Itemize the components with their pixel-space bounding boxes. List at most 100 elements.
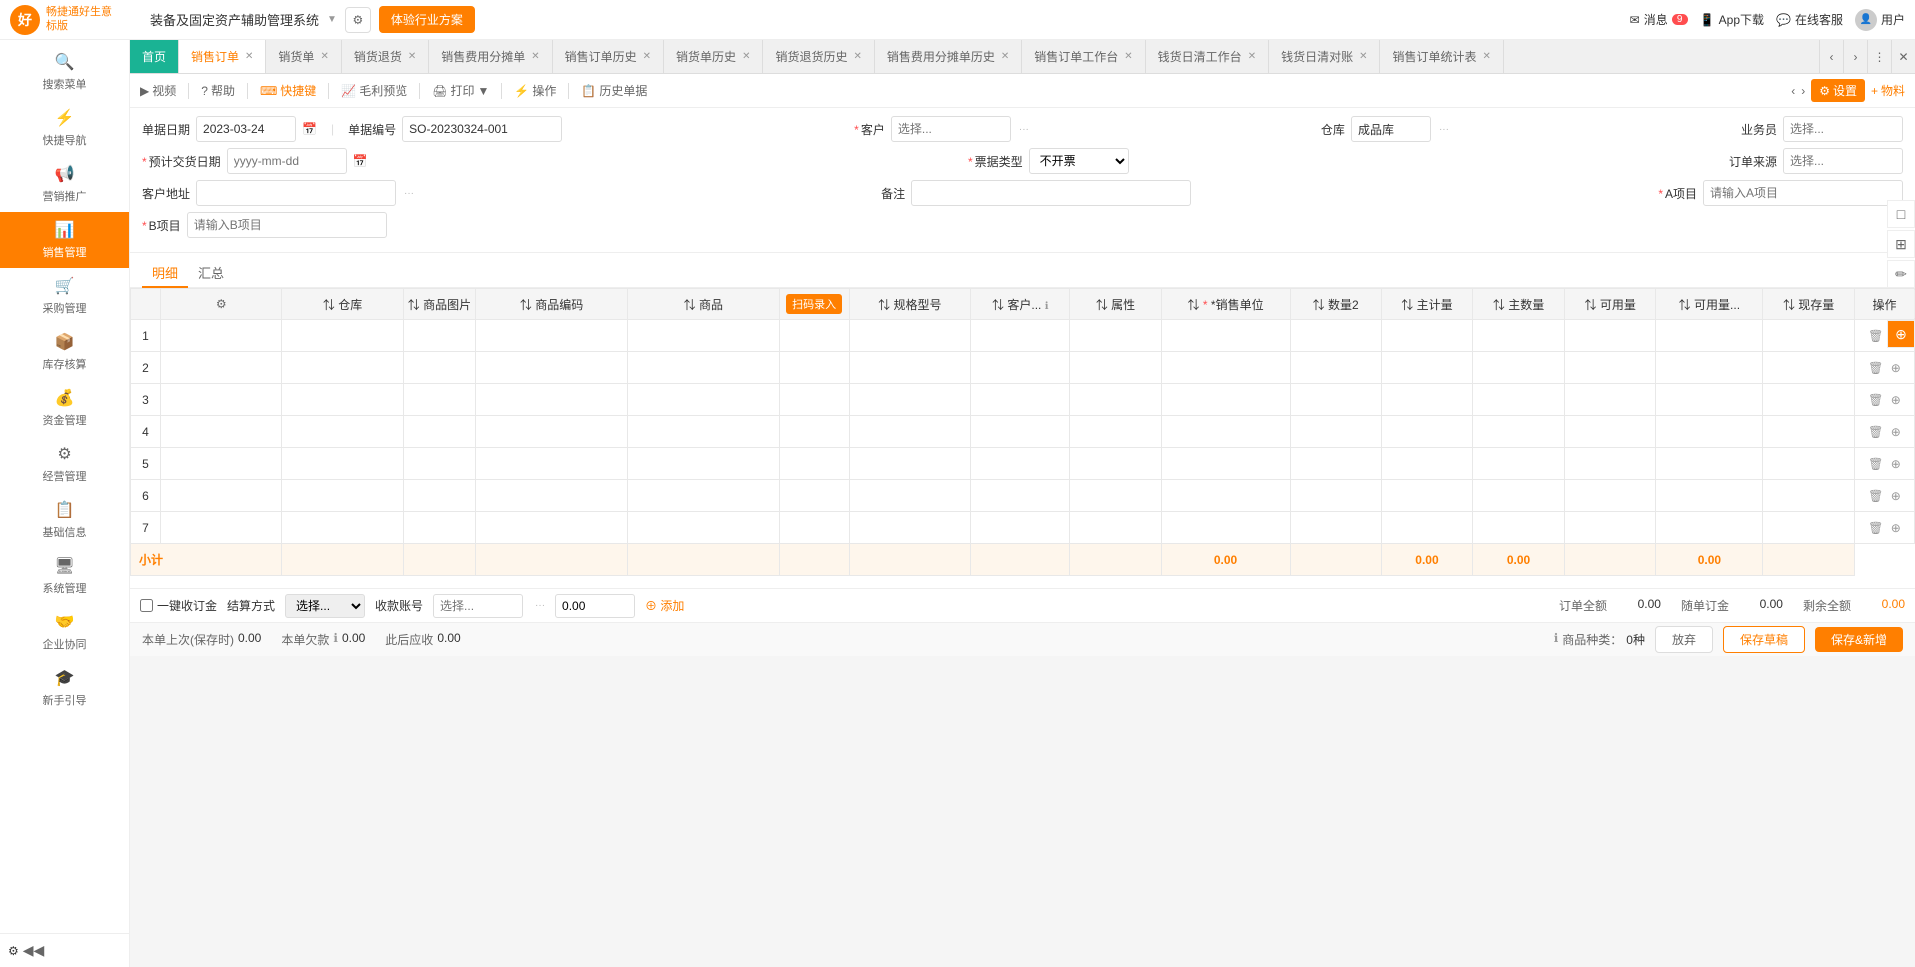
th-avail[interactable]: ⇅ 可用量: [1564, 289, 1656, 320]
customer-more-icon[interactable]: ···: [1019, 124, 1029, 135]
row-warehouse-1[interactable]: [282, 320, 403, 352]
row-unit-6[interactable]: [1161, 480, 1290, 512]
warehouse-more-icon[interactable]: ···: [1439, 124, 1449, 135]
sidebar-item-guide[interactable]: 🎓 新手引导: [0, 660, 129, 716]
row-delete-icon-3[interactable]: 🗑: [1868, 393, 1883, 407]
row-qty2-4[interactable]: [1290, 416, 1381, 448]
order-source-input[interactable]: [1783, 148, 1903, 174]
row-code-7[interactable]: [476, 512, 628, 544]
tab-cash-reconcile-close[interactable]: ✕: [1359, 51, 1367, 62]
tab-detail[interactable]: 明细: [142, 259, 188, 288]
next-record-button[interactable]: ›: [1801, 84, 1805, 98]
tab-fee-history[interactable]: 销售费用分摊单历史 ✕: [875, 40, 1022, 74]
row-qty2-3[interactable]: [1290, 384, 1381, 416]
th-product-code[interactable]: ⇅ 商品编码: [476, 289, 628, 320]
row-delete-icon-4[interactable]: 🗑: [1868, 425, 1883, 439]
help-button[interactable]: ? 帮助: [201, 82, 235, 99]
tab-sales-return-close[interactable]: ✕: [320, 51, 328, 62]
tab-cash-daily[interactable]: 钱货日清工作台 ✕: [1146, 40, 1269, 74]
sidebar-item-enterprise[interactable]: 🤝 企业协同: [0, 604, 129, 660]
row-stock-3[interactable]: [1763, 384, 1855, 416]
row-warehouse-4[interactable]: [282, 416, 403, 448]
row-avail2-1[interactable]: [1656, 320, 1763, 352]
row-avail-7[interactable]: [1564, 512, 1656, 544]
row-code-4[interactable]: [476, 416, 628, 448]
tab-sales-fee-split[interactable]: 销售费用分摊单 ✕: [429, 40, 552, 74]
row-customer-attr-5[interactable]: [971, 448, 1070, 480]
row-main-unit-6[interactable]: [1381, 480, 1473, 512]
scan-button[interactable]: 扫码录入: [786, 294, 842, 314]
tab-sales-refund-close[interactable]: ✕: [408, 51, 416, 62]
tab-return-history-close[interactable]: ✕: [742, 51, 750, 62]
row-copy-icon-6[interactable]: ⊕: [1891, 489, 1901, 503]
tab-close-all-button[interactable]: ✕: [1891, 40, 1915, 74]
th-qty2[interactable]: ⇅ 数量2: [1290, 289, 1381, 320]
row-customer-attr-4[interactable]: [971, 416, 1070, 448]
row-product-1[interactable]: [627, 320, 779, 352]
row-copy-icon-4[interactable]: ⊕: [1891, 425, 1901, 439]
sidebar-item-sales[interactable]: 📊 销售管理: [0, 212, 129, 268]
row-main-unit-1[interactable]: [1381, 320, 1473, 352]
row-warehouse-2[interactable]: [282, 352, 403, 384]
row-customer-attr-1[interactable]: [971, 320, 1070, 352]
tab-sales-return-history[interactable]: 销货单历史 ✕: [664, 40, 763, 74]
a-project-input[interactable]: [1703, 180, 1903, 206]
discard-button[interactable]: 放弃: [1655, 626, 1713, 653]
row-avail2-2[interactable]: [1656, 352, 1763, 384]
view-button[interactable]: ▶ 视频: [140, 82, 176, 99]
row-delete-icon-6[interactable]: 🗑: [1868, 489, 1883, 503]
add-product-button[interactable]: + 物料: [1871, 82, 1905, 99]
tab-sales-return[interactable]: 销货单 ✕: [266, 40, 341, 74]
row-delete-icon-5[interactable]: 🗑: [1868, 457, 1883, 471]
shortcut-button[interactable]: ⌨ 快捷键: [260, 82, 316, 99]
add-payment-button[interactable]: ⊕ 添加: [645, 597, 684, 614]
row-qty2-6[interactable]: [1290, 480, 1381, 512]
sidebar-settings-icon[interactable]: ⚙: [8, 944, 19, 958]
b-project-input[interactable]: [187, 212, 387, 238]
row-qty2-2[interactable]: [1290, 352, 1381, 384]
tab-order-history-close[interactable]: ✕: [643, 51, 651, 62]
tab-cash-daily-close[interactable]: ✕: [1248, 51, 1256, 62]
receipt-amount-input[interactable]: [555, 594, 635, 618]
row-attr-1[interactable]: [1070, 320, 1161, 352]
th-spec[interactable]: ⇅ 规格型号: [849, 289, 970, 320]
row-code-3[interactable]: [476, 384, 628, 416]
row-copy-icon-2[interactable]: ⊕: [1891, 361, 1901, 375]
row-spec-2[interactable]: [849, 352, 970, 384]
float-icon-2[interactable]: ⊞: [1887, 230, 1915, 258]
tab-summary[interactable]: 汇总: [188, 259, 234, 288]
row-avail-4[interactable]: [1564, 416, 1656, 448]
row-copy-icon-7[interactable]: ⊕: [1891, 521, 1901, 535]
th-main-qty[interactable]: ⇅ 主数量: [1473, 289, 1565, 320]
row-avail-5[interactable]: [1564, 448, 1656, 480]
row-main-qty-3[interactable]: [1473, 384, 1565, 416]
sidebar-item-basic-info[interactable]: 📋 基础信息: [0, 492, 129, 548]
row-customer-attr-2[interactable]: [971, 352, 1070, 384]
system-dropdown-icon[interactable]: ▼: [327, 14, 337, 25]
row-spec-6[interactable]: [849, 480, 970, 512]
row-warehouse-5[interactable]: [282, 448, 403, 480]
tab-next-button[interactable]: ›: [1843, 40, 1867, 74]
row-unit-7[interactable]: [1161, 512, 1290, 544]
row-warehouse-6[interactable]: [282, 480, 403, 512]
row-spec-7[interactable]: [849, 512, 970, 544]
profit-preview-button[interactable]: 📈 毛利预览: [341, 82, 407, 99]
row-attr-7[interactable]: [1070, 512, 1161, 544]
th-sales-unit[interactable]: ⇅ * *销售单位: [1161, 289, 1290, 320]
th-warehouse[interactable]: ⇅ 仓库: [282, 289, 403, 320]
row-attr-2[interactable]: [1070, 352, 1161, 384]
th-avail2[interactable]: ⇅ 可用量...: [1656, 289, 1763, 320]
tab-cash-reconcile[interactable]: 钱货日清对账 ✕: [1269, 40, 1380, 74]
tab-sales-order-history[interactable]: 销售订单历史 ✕: [553, 40, 664, 74]
tab-order-summary-close[interactable]: ✕: [1483, 51, 1491, 62]
row-code-1[interactable]: [476, 320, 628, 352]
th-gear[interactable]: ⚙: [161, 289, 282, 320]
row-delete-icon-2[interactable]: 🗑: [1868, 361, 1883, 375]
prev-record-button[interactable]: ‹: [1791, 84, 1795, 98]
tab-order-workbench-close[interactable]: ✕: [1124, 51, 1132, 62]
sidebar-item-marketing[interactable]: 📢 营销推广: [0, 156, 129, 212]
history-button[interactable]: 📋 历史单据: [581, 82, 647, 99]
row-spec-3[interactable]: [849, 384, 970, 416]
th-attr[interactable]: ⇅ 属性: [1070, 289, 1161, 320]
row-product-4[interactable]: [627, 416, 779, 448]
